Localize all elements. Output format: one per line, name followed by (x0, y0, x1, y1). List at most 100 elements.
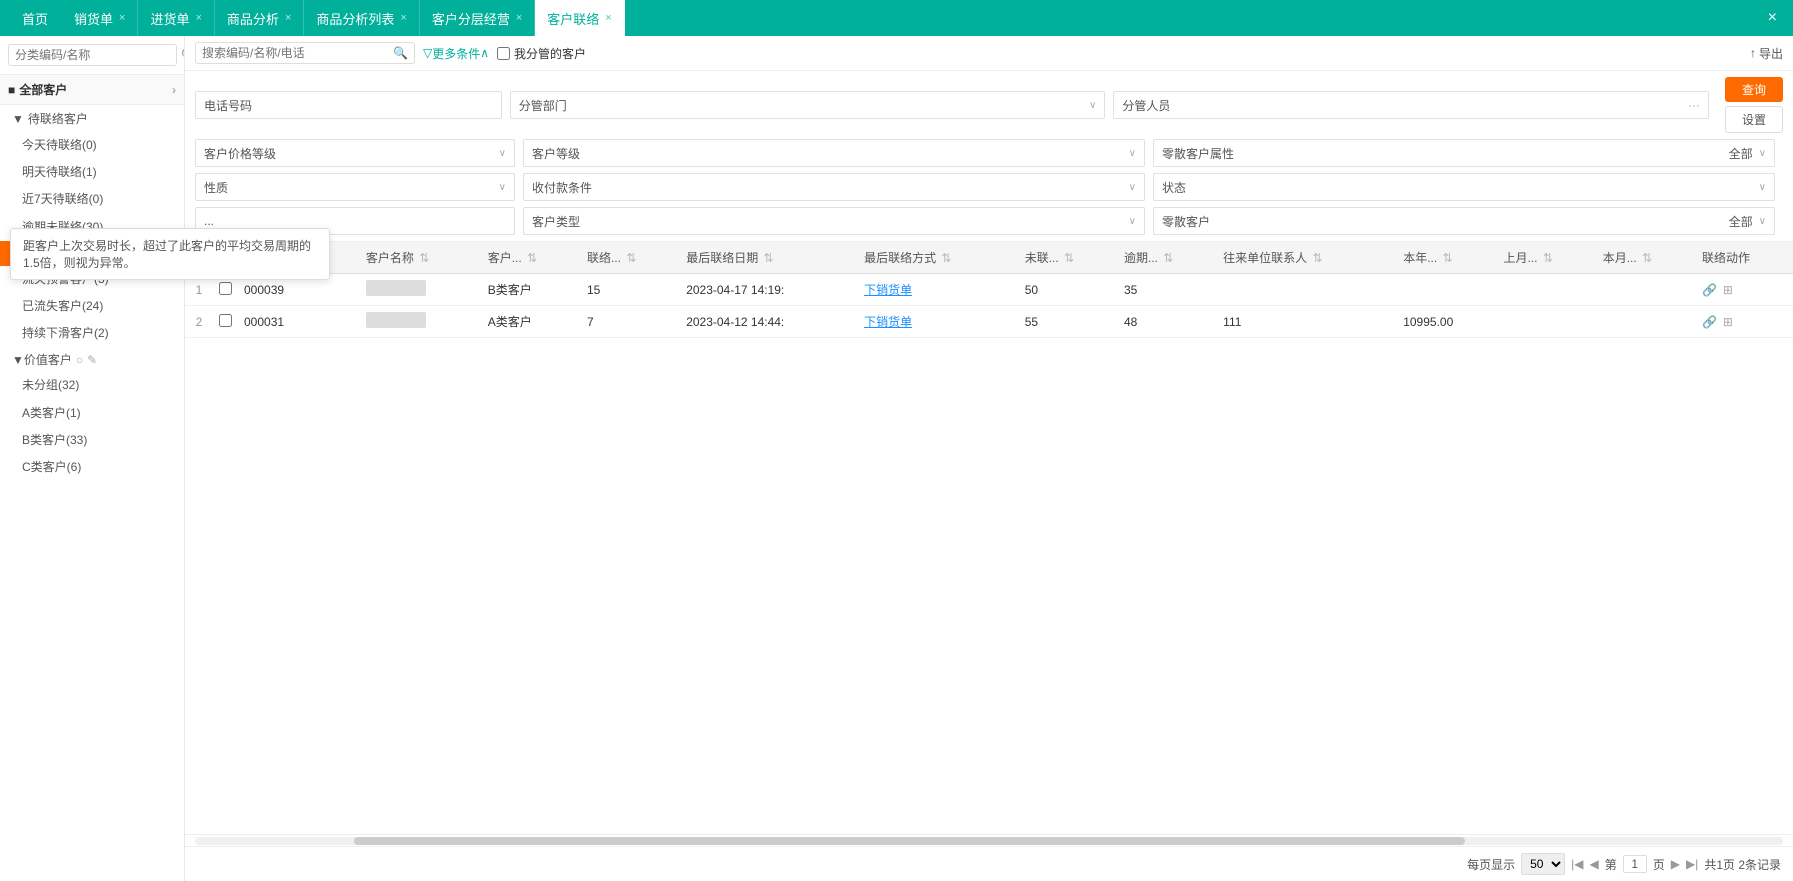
filter-customer-type[interactable]: 客户类型 ∨ (523, 207, 1145, 235)
sidebar-item-a-class[interactable]: A类客户(1) (0, 400, 184, 427)
horizontal-scrollbar[interactable] (195, 837, 1783, 845)
payment-arrow: ∨ (1129, 182, 1136, 193)
nav-home[interactable]: 首页 (8, 9, 62, 28)
col-this-month: 本月... ⇅ (1597, 242, 1696, 274)
sort-this-month-icon[interactable]: ⇅ (1642, 251, 1652, 265)
row-1-actions: 🔗 ⊞ (1696, 274, 1793, 306)
query-button[interactable]: 查询 (1725, 77, 1783, 102)
row-1-contact-person (1217, 274, 1397, 306)
filter-payment[interactable]: 收付款条件 ∨ (523, 173, 1145, 201)
row-1-grid-icon[interactable]: ⊞ (1723, 283, 1733, 297)
row-1-last-method[interactable]: 下销货单 (858, 274, 1019, 306)
col-contact-person: 往来单位联系人 ⇅ (1217, 242, 1397, 274)
row-1-name (360, 274, 482, 306)
sort-cust-type-icon[interactable]: ⇅ (527, 251, 537, 265)
nav-tab-analysis[interactable]: 商品分析 × (215, 0, 304, 36)
nav-tab-purchase[interactable]: 进货单 × (138, 0, 214, 36)
dept-arrow-icon: ∨ (1089, 100, 1096, 111)
sidebar-value-group[interactable]: ▼ 价值客户 ○ ✎ (0, 347, 184, 372)
table-area[interactable]: ⚙ 客户编码 ⇅ 客户名称 ⇅ (185, 242, 1793, 834)
sidebar-all-customers[interactable]: ■ 全部客户 › (0, 75, 184, 105)
row-1-overdue: 35 (1118, 274, 1217, 306)
close-sales-tab[interactable]: × (119, 12, 125, 24)
settings-button[interactable]: 设置 (1725, 106, 1783, 133)
nav-tab-customer-tier[interactable]: 客户分层经营 × (420, 0, 535, 36)
sidebar-collapse-right[interactable]: › (172, 83, 176, 97)
row-1-this-year (1397, 274, 1497, 306)
tooltip-box: 距客户上次交易时长，超过了此客户的平均交易周期的1.5倍，则视为异常。 (185, 228, 330, 280)
my-customers-check[interactable] (497, 47, 510, 60)
sort-method-icon[interactable]: ⇅ (941, 251, 951, 265)
sort-contact-person-icon[interactable]: ⇅ (1313, 251, 1323, 265)
sort-this-year-icon[interactable]: ⇅ (1443, 251, 1453, 265)
sort-overdue-icon[interactable]: ⇅ (1163, 251, 1173, 265)
sort-not-contacted-icon[interactable]: ⇅ (1064, 251, 1074, 265)
row-2-grid-icon[interactable]: ⊞ (1723, 315, 1733, 329)
row-2-cust-type: A类客户 (482, 306, 581, 338)
scrollbar-thumb (354, 837, 1466, 845)
col-last-contact-method: 最后联络方式 ⇅ (858, 242, 1019, 274)
value-edit-icon[interactable]: ○ (76, 353, 83, 367)
nav-tab-customer-contact[interactable]: 客户联络 × (535, 0, 624, 36)
sidebar-group-pending[interactable]: ▼ 待联络客户 (0, 105, 184, 132)
table-row: 2 000031 A类客户 7 2023-04-12 14:44: 下销货单 5… (185, 306, 1793, 338)
row-2-contact-count: 7 (581, 306, 680, 338)
value-settings-icon[interactable]: ✎ (87, 353, 97, 367)
filter-status[interactable]: 状态 ∨ (1153, 173, 1775, 201)
sidebar-item-tomorrow[interactable]: 明天待联络(1) (0, 159, 184, 186)
page-label: 第 (1605, 856, 1617, 873)
search-box: 🔍 (195, 42, 415, 64)
close-customer-tier-tab[interactable]: × (516, 12, 522, 24)
row-2-select[interactable] (219, 314, 232, 327)
sidebar-item-c-class[interactable]: C类客户(6) (0, 454, 184, 481)
close-analysis-tab[interactable]: × (285, 12, 291, 24)
export-button[interactable]: ↑ 导出 (1750, 45, 1783, 62)
row-1-select[interactable] (219, 282, 232, 295)
sidebar-item-b-class[interactable]: B类客户(33) (0, 427, 184, 454)
sort-last-month-icon[interactable]: ⇅ (1543, 251, 1553, 265)
sort-date-icon[interactable]: ⇅ (764, 251, 774, 265)
per-page-select[interactable]: 50 (1521, 853, 1565, 875)
search-box-icon[interactable]: 🔍 (393, 46, 408, 60)
customer-search-input[interactable] (202, 46, 393, 60)
current-page[interactable]: 1 (1623, 855, 1647, 873)
nav-tab-analysis-list[interactable]: 商品分析列表 × (304, 0, 419, 36)
filter-department[interactable]: 分管部门 ∨ (510, 91, 1106, 119)
filter-manager[interactable]: 分管人员 ··· (1113, 91, 1709, 119)
filter-customer-grade[interactable]: 客户等级 ∨ (523, 139, 1145, 167)
row-2-checkbox[interactable] (213, 306, 238, 338)
filter-retail-customer[interactable]: 零散客户 全部 ∨ (1153, 207, 1775, 235)
row-1-link-icon[interactable]: 🔗 (1702, 283, 1717, 297)
filter-price-grade[interactable]: 客户价格等级 ∨ (195, 139, 515, 167)
row-2-num: 2 (185, 306, 213, 338)
row-2-contact-person: 111 (1217, 306, 1397, 338)
row-2-link-icon[interactable]: 🔗 (1702, 315, 1717, 329)
sidebar-item-declining[interactable]: 持续下滑客户(2) (0, 320, 184, 347)
my-customers-checkbox[interactable]: 我分管的客户 (497, 45, 586, 62)
sidebar-item-today[interactable]: 今天待联络(0) (0, 132, 184, 159)
close-analysis-list-tab[interactable]: × (400, 12, 406, 24)
filter-icon: ▽ (423, 46, 432, 60)
close-customer-contact-tab[interactable]: × (605, 12, 611, 24)
sidebar-item-7days[interactable]: 近7天待联络(0) (0, 186, 184, 213)
sidebar-search-input[interactable] (8, 44, 177, 66)
first-page-button[interactable]: |◀ (1571, 857, 1583, 871)
sort-contact-count-icon[interactable]: ⇅ (626, 251, 636, 265)
row-2-last-method[interactable]: 下销货单 (858, 306, 1019, 338)
filter-gender[interactable]: 性质 ∨ (195, 173, 515, 201)
row-1-last-month (1497, 274, 1596, 306)
filter-retail-attr[interactable]: 零散客户属性 全部 ∨ (1153, 139, 1775, 167)
sort-name-icon[interactable]: ⇅ (419, 251, 429, 265)
last-page-button[interactable]: ▶| (1686, 857, 1698, 871)
window-close-button[interactable]: × (1760, 9, 1785, 27)
filter-phone[interactable]: 电话号码 (195, 91, 502, 119)
gender-arrow: ∨ (499, 182, 506, 193)
nav-tab-sales[interactable]: 销货单 × (62, 0, 138, 36)
sidebar-item-churned[interactable]: 已流失客户(24) (0, 293, 184, 320)
prev-page-button[interactable]: ◀ (1589, 857, 1598, 871)
next-page-button[interactable]: ▶ (1671, 857, 1680, 871)
filter-row-4: ... 客户类型 ∨ 零散客户 全部 ∨ (195, 207, 1783, 235)
more-filter-button[interactable]: ▽ 更多条件 ∧ (423, 45, 489, 62)
sidebar-item-ungrouped[interactable]: 未分组(32) (0, 372, 184, 399)
close-purchase-tab[interactable]: × (195, 12, 201, 24)
